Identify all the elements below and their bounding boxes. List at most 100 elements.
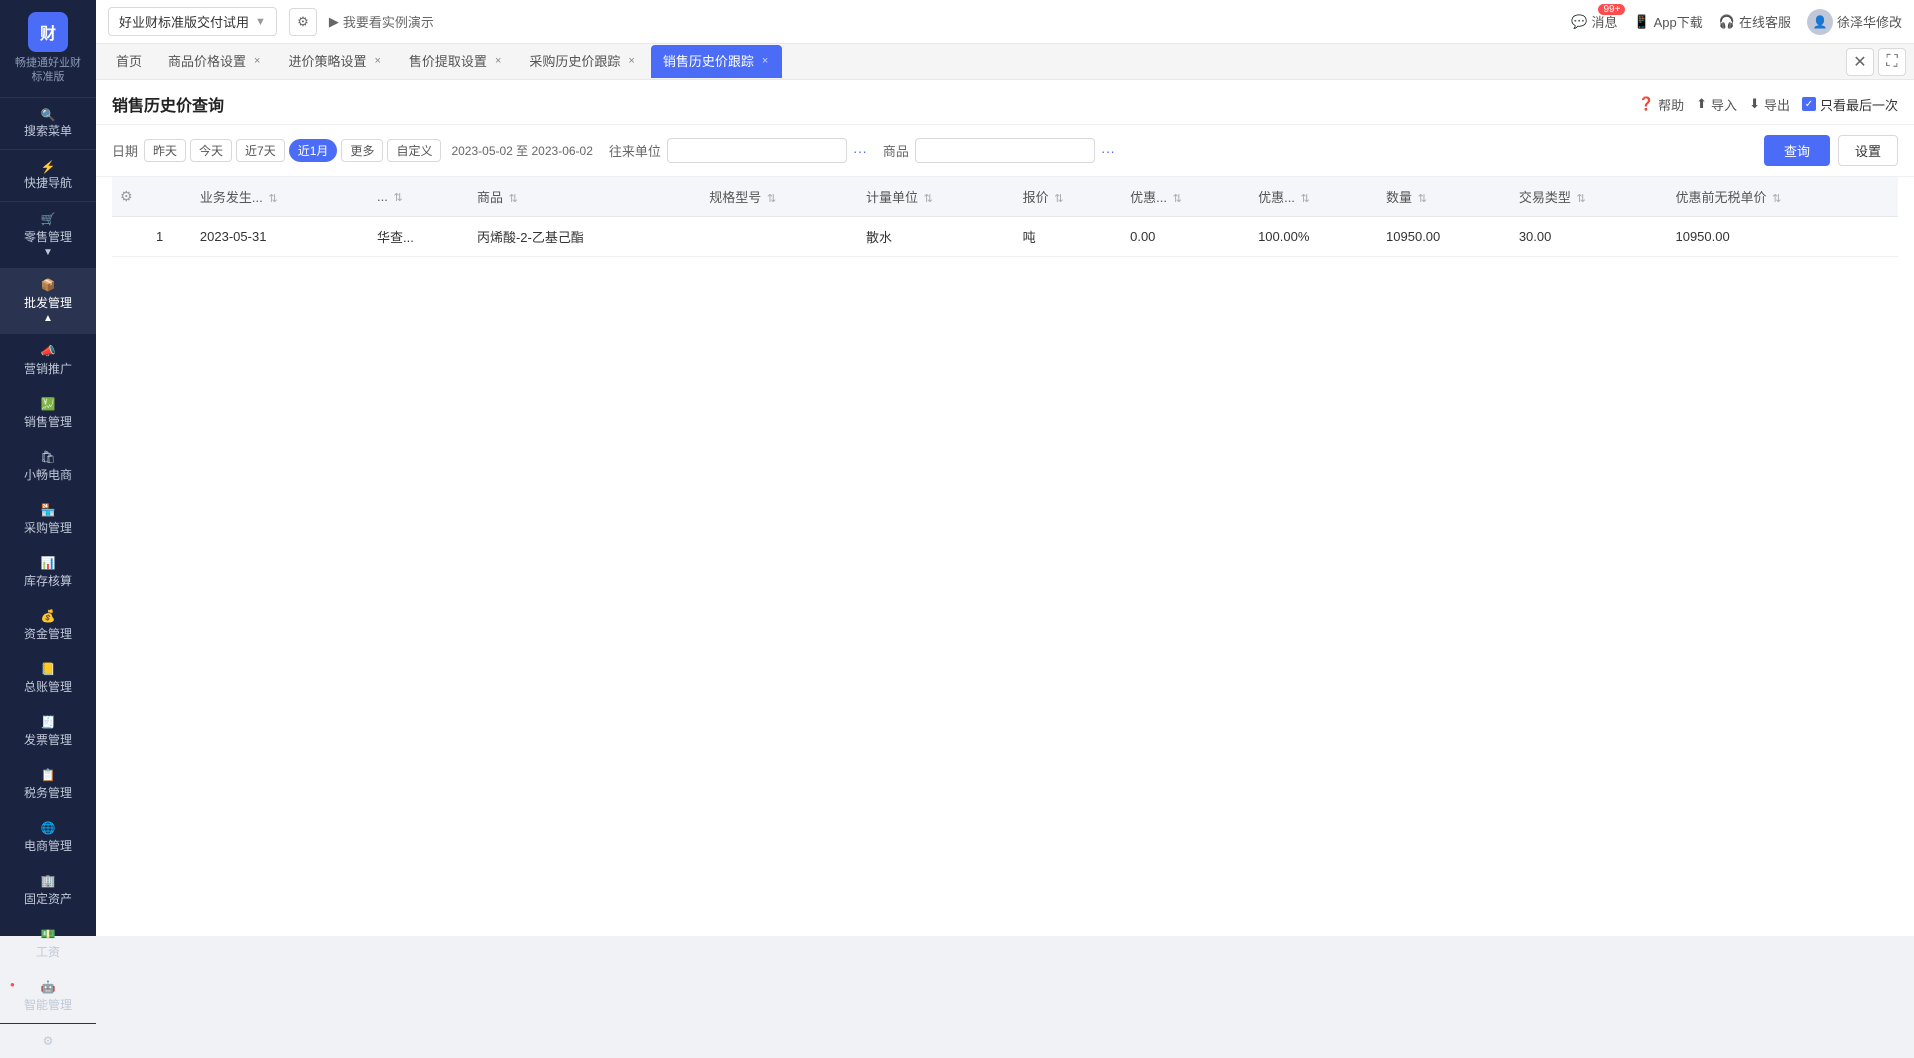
date-btn-today[interactable]: 今天 <box>190 139 232 162</box>
logo-icon: 财 <box>28 12 68 52</box>
help-button[interactable]: ❓ 帮助 <box>1638 95 1684 114</box>
col-qty[interactable]: 数量 ⇅ <box>1378 177 1511 217</box>
col-quoted-price[interactable]: 报价 ⇅ <box>1015 177 1123 217</box>
sidebar-settings-button[interactable]: ⚙ <box>0 1023 96 1058</box>
col-discount-rate[interactable]: 优惠... ⇅ <box>1122 177 1250 217</box>
sidebar-item-purchase[interactable]: 🏪 采购管理 <box>0 493 96 546</box>
date-btn-last1month[interactable]: 近1月 <box>289 139 338 162</box>
logo-text: 畅捷通好业财标准版 <box>15 56 81 85</box>
sidebar-item-retail[interactable]: 🛒 零售管理 ▼ <box>0 202 96 268</box>
sidebar-item-assets[interactable]: 🏢 固定资产 <box>0 864 96 917</box>
tab-close-button[interactable]: ✕ <box>1846 48 1874 76</box>
sidebar-item-sales[interactable]: 💹 销售管理 <box>0 387 96 440</box>
tabbar: 首页 商品价格设置 × 进价策略设置 × 售价提取设置 × 采购历史价跟踪 × … <box>96 44 1914 80</box>
data-table: ⚙ 业务发生... ⇅ ... ⇅ 商品 ⇅ <box>112 177 1898 257</box>
row-index: 1 <box>148 217 192 257</box>
sidebar-search[interactable]: 🔍 搜索菜单 <box>0 98 96 150</box>
content: 销售历史价查询 ❓ 帮助 ⬆ 导入 ⬇ 导出 ✓ 只看最后一次 <box>96 80 1914 936</box>
tab-close-purchase-history[interactable]: × <box>626 55 636 67</box>
col-discount-price[interactable]: 优惠... ⇅ <box>1250 177 1378 217</box>
topbar-settings-button[interactable]: ⚙ <box>289 8 317 36</box>
col-more1[interactable]: ... ⇅ <box>369 177 469 217</box>
import-button[interactable]: ⬆ 导入 <box>1696 95 1737 114</box>
table-header-row: ⚙ 业务发生... ⇅ ... ⇅ 商品 ⇅ <box>112 177 1898 217</box>
sidebar-item-invoice[interactable]: 🧾 发票管理 <box>0 705 96 758</box>
tab-expand-button[interactable]: ⛶ <box>1878 48 1906 76</box>
gear-icon: ⚙ <box>43 1034 54 1048</box>
product-filter-group: 商品 ··· <box>883 138 1115 163</box>
table-row: 1 2023-05-31 华查... 丙烯酸-2-乙基己酯 散水 吨 0.00 … <box>112 217 1898 257</box>
export-button[interactable]: ⬇ 导出 <box>1749 95 1790 114</box>
page-header-actions: ❓ 帮助 ⬆ 导入 ⬇ 导出 ✓ 只看最后一次 <box>1638 95 1898 114</box>
tab-close-pricing-strategy[interactable]: × <box>372 55 382 67</box>
product-more-button[interactable]: ··· <box>1101 143 1115 159</box>
tab-close-sales-history[interactable]: × <box>760 55 770 67</box>
sort-icon: ⇅ <box>394 192 403 204</box>
main-area: 好业财标准版交付试用 ▼ ⚙ ▶ 我要看实例演示 💬 消息 99+ 📱 App下… <box>96 0 1914 936</box>
date-btn-custom[interactable]: 自定义 <box>387 139 441 162</box>
tab-product-price[interactable]: 商品价格设置 × <box>156 45 274 78</box>
col-unit[interactable]: 计量单位 ⇅ <box>858 177 1015 217</box>
sidebar-item-salary[interactable]: 💵 工资 <box>0 917 96 970</box>
sidebar-item-small-ecommerce[interactable]: 🛍 小畅电商 <box>0 440 96 493</box>
date-filter-group: 日期 昨天 今天 近7天 近1月 更多 自定义 2023-05-02 至 202… <box>112 139 593 162</box>
date-btn-yesterday[interactable]: 昨天 <box>144 139 186 162</box>
sidebar-item-finance[interactable]: 💰 资金管理 <box>0 599 96 652</box>
sidebar-item-inventory[interactable]: 📊 库存核算 <box>0 546 96 599</box>
tab-purchase-history[interactable]: 采购历史价跟踪 × <box>517 45 648 78</box>
sort-icon: ⇅ <box>767 193 776 205</box>
col-biz-date[interactable]: 业务发生... ⇅ <box>192 177 369 217</box>
supplier-more-button[interactable]: ··· <box>853 143 867 159</box>
sidebar-item-wholesale[interactable]: 📦 批发管理 ▲ <box>0 268 96 334</box>
sort-icon: ⇅ <box>268 193 277 205</box>
play-icon: ▶ <box>329 14 339 30</box>
date-btn-last7[interactable]: 近7天 <box>236 139 285 162</box>
sort-icon: ⇅ <box>924 193 933 205</box>
message-icon: 💬 <box>1571 14 1587 30</box>
row-discount-price: 100.00% <box>1250 217 1378 257</box>
sidebar-item-smart[interactable]: 🤖 智能管理 <box>0 970 96 1023</box>
table-settings-icon[interactable]: ⚙ <box>120 188 133 204</box>
query-button[interactable]: 查询 <box>1764 135 1830 166</box>
headset-icon: 🎧 <box>1719 14 1735 30</box>
tab-home[interactable]: 首页 <box>104 45 154 78</box>
row-discount-rate: 0.00 <box>1122 217 1250 257</box>
user-menu-button[interactable]: 👤 徐泽华修改 <box>1807 9 1902 35</box>
sidebar-item-account[interactable]: 📒 总账管理 <box>0 652 96 705</box>
online-service-button[interactable]: 🎧 在线客服 <box>1719 12 1791 31</box>
col-product[interactable]: 商品 ⇅ <box>469 177 701 217</box>
version-selector[interactable]: 好业财标准版交付试用 ▼ <box>108 7 277 36</box>
sidebar-item-ecommerce[interactable]: 🌐 电商管理 <box>0 811 96 864</box>
col-pre-tax-price[interactable]: 优惠前无税单价 ⇅ <box>1667 177 1898 217</box>
sidebar-item-tax[interactable]: 📋 税务管理 <box>0 758 96 811</box>
sidebar-quicknav[interactable]: ⚡ 快捷导航 <box>0 150 96 202</box>
supplier-input[interactable] <box>667 138 847 163</box>
row-biz-date: 2023-05-31 <box>192 217 369 257</box>
chevron-up-icon: ▲ <box>43 313 53 324</box>
tab-sales-history[interactable]: 销售历史价跟踪 × <box>651 45 782 78</box>
col-spec[interactable]: 规格型号 ⇅ <box>701 177 858 217</box>
tab-sale-extract[interactable]: 售价提取设置 × <box>397 45 515 78</box>
product-input[interactable] <box>915 138 1095 163</box>
app-download-button[interactable]: 📱 App下载 <box>1633 12 1702 31</box>
notification-button[interactable]: 💬 消息 99+ <box>1571 12 1617 31</box>
sort-icon: ⇅ <box>1301 193 1310 205</box>
avatar: 👤 <box>1807 9 1833 35</box>
date-btn-more[interactable]: 更多 <box>341 139 383 162</box>
topbar-right: 💬 消息 99+ 📱 App下载 🎧 在线客服 👤 徐泽华修改 <box>1571 9 1902 35</box>
demo-link[interactable]: ▶ 我要看实例演示 <box>329 12 434 31</box>
row-pre-tax-price: 10950.00 <box>1667 217 1898 257</box>
help-icon: ❓ <box>1638 96 1654 112</box>
tab-close-product-price[interactable]: × <box>252 55 262 67</box>
tabbar-end: ✕ ⛶ <box>1846 48 1906 76</box>
show-last-checkbox[interactable]: ✓ 只看最后一次 <box>1802 95 1898 114</box>
tab-close-sale-extract[interactable]: × <box>493 55 503 67</box>
sort-icon: ⇅ <box>1054 193 1063 205</box>
settings-button[interactable]: 设置 <box>1838 135 1898 166</box>
tab-pricing-strategy[interactable]: 进价策略设置 × <box>276 45 394 78</box>
col-trade-type[interactable]: 交易类型 ⇅ <box>1511 177 1668 217</box>
chevron-down-icon: ▼ <box>43 247 53 258</box>
sidebar-item-marketing[interactable]: 📣 营销推广 <box>0 334 96 387</box>
checkbox-checked-icon: ✓ <box>1802 97 1816 111</box>
sort-icon: ⇅ <box>509 193 518 205</box>
